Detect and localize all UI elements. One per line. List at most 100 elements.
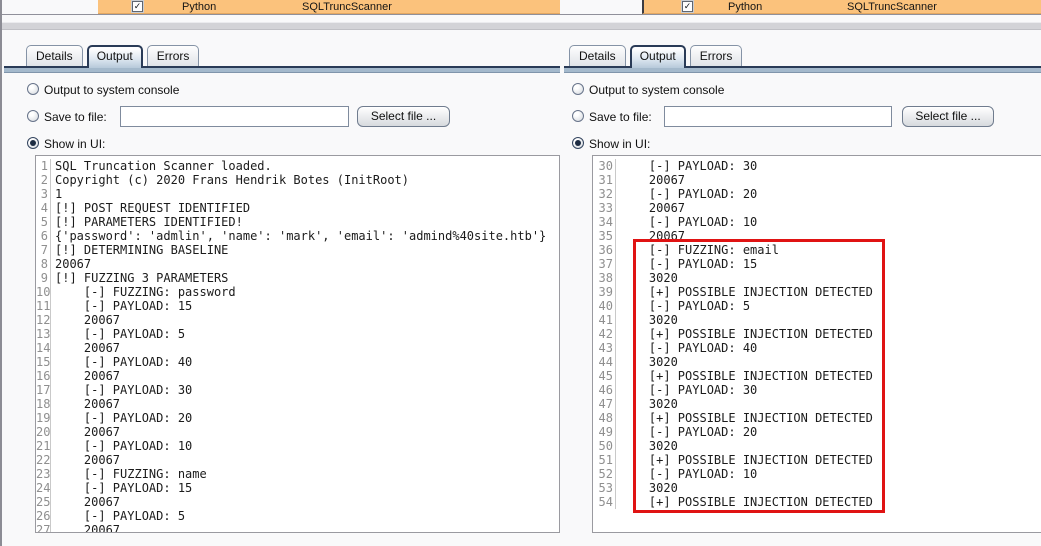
- line-text: Copyright (c) 2020 Frans Hendrik Botes (…: [55, 173, 410, 187]
- extension-row[interactable]: ✓ Python SQLTruncScanner: [98, 0, 560, 14]
- tab-details[interactable]: Details: [26, 45, 83, 66]
- table-bottom-border: [2, 14, 1041, 15]
- console-line: 21 [-] PAYLOAD: 10: [36, 439, 559, 453]
- line-text: [-] PAYLOAD: 30: [620, 159, 758, 173]
- console-line: 34 [-] PAYLOAD: 10: [593, 215, 1041, 229]
- line-number: 20: [36, 425, 51, 439]
- tab-errors[interactable]: Errors: [146, 45, 200, 66]
- line-text: 1: [55, 187, 63, 201]
- console-line: 24 [-] PAYLOAD: 15: [36, 481, 559, 495]
- tab-output[interactable]: Output: [629, 45, 686, 68]
- console-line: 33 20067: [593, 201, 1041, 215]
- select-file-button[interactable]: Select file ...: [357, 106, 450, 127]
- extension-enabled-checkbox[interactable]: ✓: [132, 1, 143, 12]
- console-line: 8 20067: [36, 257, 559, 271]
- line-text: 20067: [55, 523, 121, 533]
- console-line: 9 [!] FUZZING 3 PARAMETERS: [36, 271, 559, 285]
- radio-show-in-ui-label: Show in UI:: [589, 137, 651, 151]
- console-line: 23 [-] FUZZING: name: [36, 467, 559, 481]
- console-line: 17 [-] PAYLOAD: 30: [36, 383, 559, 397]
- line-number: 7: [36, 243, 51, 257]
- line-text: [!] FUZZING 3 PARAMETERS: [55, 271, 229, 285]
- line-text: 20067: [55, 495, 121, 509]
- injection-highlight-box: [633, 239, 885, 513]
- line-number: 9: [36, 271, 51, 285]
- line-number: 16: [36, 369, 51, 383]
- extension-row[interactable]: ✓ Python SQLTruncScanner: [642, 0, 1041, 14]
- console-line: 14 20067: [36, 341, 559, 355]
- line-text: [-] PAYLOAD: 15: [55, 481, 193, 495]
- console-line: 12 20067: [36, 313, 559, 327]
- extension-enabled-checkbox[interactable]: ✓: [682, 1, 693, 12]
- console-line: 5 [!] PARAMETERS IDENTIFIED!: [36, 215, 559, 229]
- line-number: 8: [36, 257, 51, 271]
- radio-save-to-file[interactable]: [572, 110, 584, 122]
- line-number: 6: [36, 229, 51, 243]
- radio-output-to-console[interactable]: [27, 83, 39, 95]
- line-number: 21: [36, 439, 51, 453]
- line-number: 41: [593, 313, 616, 327]
- radio-show-in-ui[interactable]: [572, 137, 584, 149]
- save-file-path-input[interactable]: [120, 106, 349, 127]
- output-console[interactable]: 1 SQL Truncation Scanner loaded. 2 Copyrigh…: [35, 155, 560, 533]
- line-text: 20067: [55, 425, 121, 439]
- console-line: 22 20067: [36, 453, 559, 467]
- line-number: 30: [593, 159, 616, 173]
- line-text: 20067: [55, 453, 121, 467]
- console-line: 31: [36, 187, 559, 201]
- extension-name-cell: SQLTruncScanner: [302, 1, 392, 13]
- line-text: [-] PAYLOAD: 40: [55, 355, 193, 369]
- save-file-path-input[interactable]: [664, 106, 892, 127]
- tab-details[interactable]: Details: [569, 45, 626, 66]
- line-number: 10: [36, 285, 51, 299]
- tab-output[interactable]: Output: [86, 45, 143, 68]
- line-number: 51: [593, 453, 616, 467]
- line-number: 38: [593, 271, 616, 285]
- console-line: 16 20067: [36, 369, 559, 383]
- line-number: 5: [36, 215, 51, 229]
- line-number: 37: [593, 257, 616, 271]
- output-console[interactable]: 30 [-] PAYLOAD: 30 31 20067 32 [-] PAYLOAD…: [592, 155, 1041, 533]
- extension-type-cell: Python: [728, 1, 763, 13]
- horizontal-splitter[interactable]: [2, 22, 1041, 30]
- line-number: 36: [593, 243, 616, 257]
- line-number: 23: [36, 467, 51, 481]
- app-screen: ✓ Python SQLTruncScanner ✓ Python SQLTru…: [0, 0, 1041, 546]
- line-number: 22: [36, 453, 51, 467]
- select-file-button[interactable]: Select file ...: [902, 106, 994, 127]
- console-line: 6 {'password': 'admlin', 'name': 'mark', …: [36, 229, 559, 243]
- line-number: 43: [593, 341, 616, 355]
- line-text: 20067: [55, 369, 121, 383]
- radio-save-to-file[interactable]: [27, 110, 39, 122]
- line-number: 34: [593, 215, 616, 229]
- line-number: 17: [36, 383, 51, 397]
- line-text: SQL Truncation Scanner loaded.: [55, 159, 272, 173]
- console-line: 15 [-] PAYLOAD: 40: [36, 355, 559, 369]
- line-number: 11: [36, 299, 51, 313]
- console-line: 25 20067: [36, 495, 559, 509]
- line-text: [!] PARAMETERS IDENTIFIED!: [55, 215, 243, 229]
- radio-output-to-console-label: Output to system console: [589, 83, 725, 97]
- line-number: 47: [593, 397, 616, 411]
- line-number: 1: [36, 159, 51, 173]
- line-number: 18: [36, 397, 51, 411]
- line-number: 31: [593, 173, 616, 187]
- line-text: 20067: [55, 397, 121, 411]
- line-text: [-] PAYLOAD: 15: [55, 299, 193, 313]
- line-number: 2: [36, 173, 51, 187]
- console-line: 30 [-] PAYLOAD: 30: [593, 159, 1041, 173]
- line-text: [-] PAYLOAD: 10: [620, 215, 758, 229]
- line-text: 20067: [620, 173, 686, 187]
- line-text: [-] FUZZING: name: [55, 467, 207, 481]
- tab-errors[interactable]: Errors: [689, 45, 743, 66]
- console-line: 32 [-] PAYLOAD: 20: [593, 187, 1041, 201]
- line-number: 12: [36, 313, 51, 327]
- line-number: 4: [36, 201, 51, 215]
- console-line: 10 [-] FUZZING: password: [36, 285, 559, 299]
- line-number: 48: [593, 411, 616, 425]
- radio-output-to-console[interactable]: [572, 83, 584, 95]
- extension-name-cell: SQLTruncScanner: [847, 1, 937, 13]
- radio-show-in-ui[interactable]: [27, 137, 39, 149]
- console-line: 26 [-] PAYLOAD: 5: [36, 509, 559, 523]
- line-text: [-] PAYLOAD: 20: [55, 411, 193, 425]
